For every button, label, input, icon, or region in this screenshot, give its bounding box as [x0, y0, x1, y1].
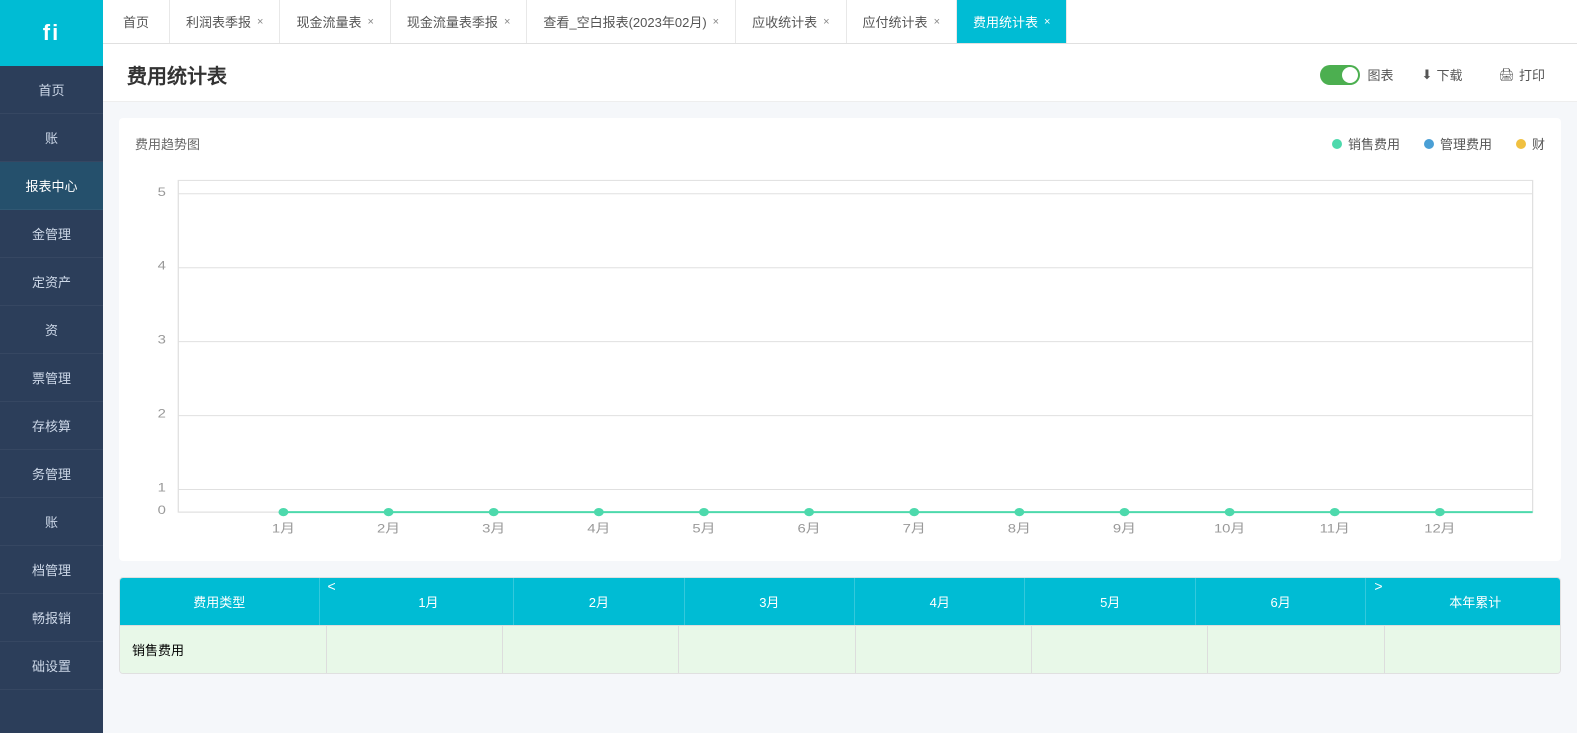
svg-text:7月: 7月 [903, 522, 926, 536]
table-header-row: 费用类型 < 1月 2月 3月 4月 5月 6月 > 本年累计 [120, 578, 1560, 625]
sidebar-item-ledger[interactable]: 账 [0, 498, 103, 546]
table-header-month5: 5月 [1025, 578, 1195, 625]
table-cell-m1 [327, 625, 503, 673]
svg-text:3: 3 [158, 333, 166, 347]
sidebar-item-reports[interactable]: 报表中心 [0, 162, 103, 210]
svg-text:11月: 11月 [1320, 522, 1350, 536]
tab-close-blank-report[interactable]: × [713, 16, 719, 28]
legend-label-sales: 销售费用 [1348, 134, 1400, 153]
header-actions: 图表 ⬇ 下载 🖨 打印 [1320, 61, 1553, 88]
tab-close-receivable[interactable]: × [823, 16, 829, 28]
tab-payable[interactable]: 应付统计表 × [847, 0, 957, 43]
table-cell-m5 [1032, 625, 1208, 673]
sidebar-item-invoice[interactable]: 票管理 [0, 354, 103, 402]
legend-dot-admin [1424, 139, 1434, 149]
svg-text:4: 4 [158, 259, 167, 273]
table-nav-next[interactable]: > [1366, 578, 1390, 625]
tab-close-payable[interactable]: × [934, 16, 940, 28]
sidebar: fi 首页 账 报表中心 金管理 定资产 资 票管理 存核算 务管理 账 档管理… [0, 0, 103, 733]
legend-sales-expense: 销售费用 [1332, 134, 1400, 153]
svg-text:0: 0 [158, 503, 167, 517]
sidebar-item-assets[interactable]: 定资产 [0, 258, 103, 306]
table-row: 销售费用 [120, 625, 1560, 673]
tab-profit-quarterly[interactable]: 利润表季报 × [170, 0, 280, 43]
svg-text:5: 5 [158, 185, 166, 199]
tab-receivable[interactable]: 应收统计表 × [736, 0, 846, 43]
sidebar-item-capital[interactable]: 资 [0, 306, 103, 354]
page-title: 费用统计表 [127, 60, 227, 89]
sidebar-item-archive[interactable]: 档管理 [0, 546, 103, 594]
tab-close-cashflow-quarterly[interactable]: × [504, 16, 510, 28]
sidebar-item-finance[interactable]: 金管理 [0, 210, 103, 258]
tab-blank-report[interactable]: 查看_空白报表(2023年02月) × [527, 0, 736, 43]
table-header-cumulative: 本年累计 [1391, 578, 1560, 625]
chart-svg: 5 4 3 2 1 0 [135, 165, 1545, 545]
print-button[interactable]: 🖨 打印 [1490, 61, 1553, 88]
tab-close-profit-quarterly[interactable]: × [257, 16, 263, 28]
legend-admin-expense: 管理费用 [1424, 134, 1492, 153]
tab-expense-stats[interactable]: 费用统计表 × [957, 0, 1067, 43]
table-cell-cumulative [1385, 625, 1560, 673]
table-nav-prev[interactable]: < [320, 578, 344, 625]
main-area: 首页 利润表季报 × 现金流量表 × 现金流量表季报 × 查看_空白报表(202… [103, 0, 1577, 733]
sidebar-item-account[interactable]: 账 [0, 114, 103, 162]
tab-close-cashflow[interactable]: × [367, 16, 373, 28]
chart-toggle-switch[interactable] [1320, 65, 1360, 85]
svg-text:12月: 12月 [1424, 522, 1455, 536]
svg-text:1月: 1月 [272, 522, 295, 536]
tab-close-expense-stats[interactable]: × [1044, 16, 1050, 28]
svg-text:2: 2 [158, 407, 166, 421]
table-header-month2: 2月 [514, 578, 684, 625]
legend-label-admin: 管理费用 [1440, 134, 1492, 153]
chart-section: 费用趋势图 销售费用 管理费用 财 5 [119, 118, 1561, 561]
legend-label-finance: 财 [1532, 134, 1545, 153]
table-header-month3: 3月 [685, 578, 855, 625]
table-header-month6: 6月 [1196, 578, 1366, 625]
table-cell-m6 [1208, 625, 1384, 673]
table-cell-m3 [679, 625, 855, 673]
svg-text:10月: 10月 [1214, 522, 1245, 536]
download-icon: ⬇ [1422, 67, 1433, 83]
legend-finance-expense: 财 [1516, 134, 1545, 153]
page-header: 费用统计表 图表 ⬇ 下载 🖨 打印 [103, 44, 1577, 102]
sidebar-item-home[interactable]: 首页 [0, 66, 103, 114]
expense-table: 费用类型 < 1月 2月 3月 4月 5月 6月 > 本年累计 销售费用 [119, 577, 1561, 674]
tab-cashflow[interactable]: 现金流量表 × [280, 0, 390, 43]
chart-toggle-label[interactable]: 图表 [1320, 65, 1394, 85]
table-header-month4: 4月 [855, 578, 1025, 625]
svg-text:1: 1 [158, 481, 166, 495]
sidebar-logo: fi [0, 0, 103, 66]
tab-bar: 首页 利润表季报 × 现金流量表 × 现金流量表季报 × 查看_空白报表(202… [103, 0, 1577, 44]
svg-text:2月: 2月 [377, 522, 400, 536]
svg-text:9月: 9月 [1113, 522, 1136, 536]
tab-home[interactable]: 首页 [103, 0, 170, 43]
legend-dot-sales [1332, 139, 1342, 149]
svg-text:6月: 6月 [798, 522, 821, 536]
sidebar-item-settings[interactable]: 础设置 [0, 642, 103, 690]
chart-toggle-text: 图表 [1368, 65, 1394, 84]
table-cell-m2 [503, 625, 679, 673]
sidebar-item-inventory[interactable]: 存核算 [0, 402, 103, 450]
svg-text:5月: 5月 [692, 522, 715, 536]
tab-cashflow-quarterly[interactable]: 现金流量表季报 × [391, 0, 527, 43]
table-header-month1: 1月 [344, 578, 514, 625]
svg-text:4月: 4月 [587, 522, 610, 536]
content-area: 费用统计表 图表 ⬇ 下载 🖨 打印 [103, 44, 1577, 733]
download-button[interactable]: ⬇ 下载 [1414, 61, 1471, 88]
sidebar-item-expense[interactable]: 畅报销 [0, 594, 103, 642]
svg-text:8月: 8月 [1008, 522, 1031, 536]
table-cell-m4 [856, 625, 1032, 673]
svg-text:3月: 3月 [482, 522, 505, 536]
chart-canvas: 5 4 3 2 1 0 [135, 165, 1545, 545]
table-header-type: 费用类型 [120, 578, 320, 625]
chart-legend: 销售费用 管理费用 财 [1332, 134, 1545, 153]
sidebar-item-service[interactable]: 务管理 [0, 450, 103, 498]
table-cell-type: 销售费用 [120, 625, 327, 673]
legend-dot-finance [1516, 139, 1526, 149]
print-icon: 🖨 [1498, 67, 1515, 83]
